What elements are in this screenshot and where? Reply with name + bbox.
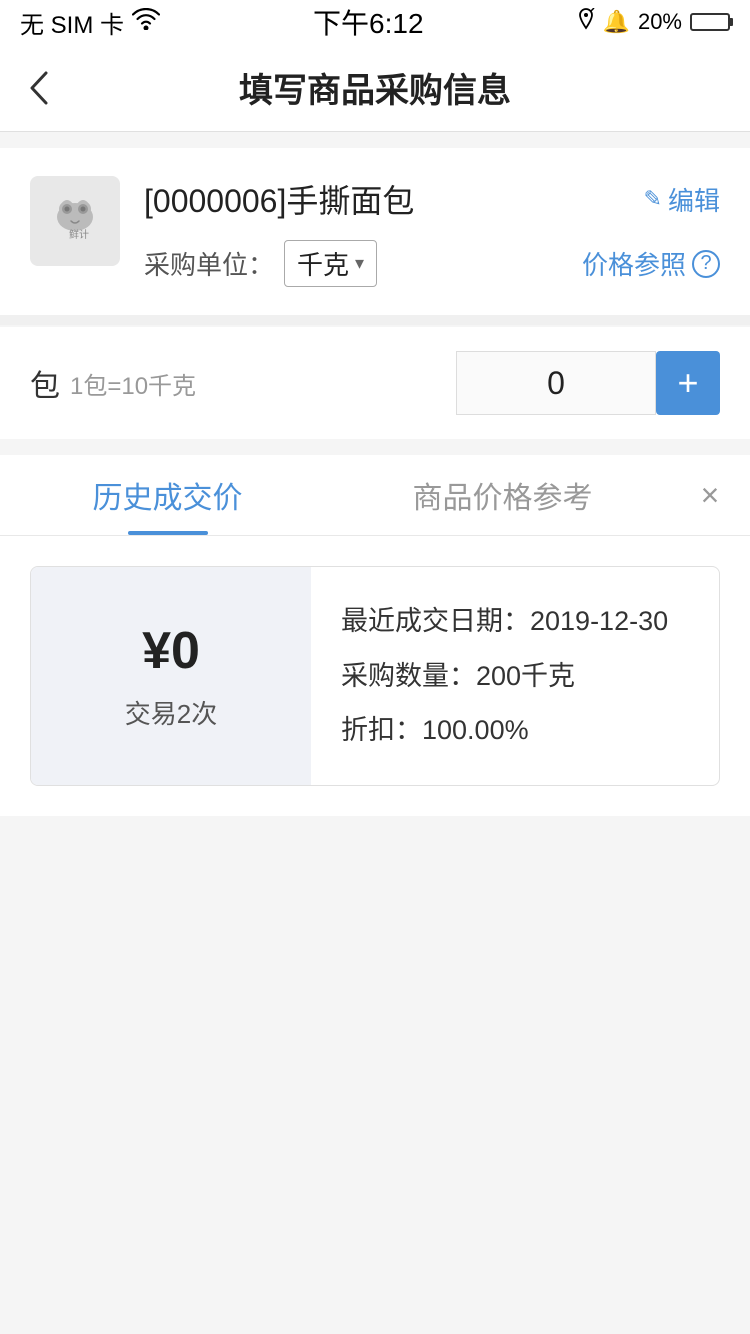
status-left: 无 SIM 卡 (20, 5, 160, 40)
price-main-value: ¥0 (142, 620, 200, 682)
price-number: 0 (171, 622, 200, 680)
discount-row: 折扣：100.00% (341, 710, 689, 751)
tab-history-price-label: 历史成交价 (93, 473, 243, 517)
price-history-card: ¥0 交易2次 最近成交日期：2019-12-30 采购数量：200千克 折扣：… (30, 566, 720, 786)
quantity-plus-button[interactable]: + (656, 351, 720, 415)
location-icon (577, 8, 595, 36)
purchase-qty-label: 采购数量： (341, 661, 476, 691)
purchase-qty-value: 200千克 (476, 661, 575, 691)
product-info: [0000006]手撕面包 ✎ 编辑 采购单位： 千克 ▾ 价格参照 ? (144, 176, 720, 287)
tab-price-reference[interactable]: 商品价格参考 (335, 455, 670, 535)
price-card-left: ¥0 交易2次 (31, 567, 311, 785)
discount-value: 100.00% (422, 715, 529, 745)
unit-bag-label: 包 (30, 361, 60, 405)
edit-label: 编辑 (668, 181, 720, 218)
help-icon: ? (692, 250, 720, 278)
unit-conversion-text: 1包=10千克 (70, 366, 196, 401)
price-reference-link[interactable]: 价格参照 ? (582, 245, 720, 282)
product-unit-row: 采购单位： 千克 ▾ 价格参照 ? (144, 240, 720, 287)
battery-icon (690, 13, 730, 31)
tab-history-price[interactable]: 历史成交价 (0, 455, 335, 535)
history-price-content: ¥0 交易2次 最近成交日期：2019-12-30 采购数量：200千克 折扣：… (0, 536, 750, 816)
recent-date-value: 2019-12-30 (530, 606, 668, 636)
transaction-count: 交易2次 (125, 694, 217, 731)
alarm-icon: 🔔 (603, 9, 630, 35)
product-name: [0000006]手撕面包 (144, 176, 414, 222)
recent-date-row: 最近成交日期：2019-12-30 (341, 601, 689, 642)
product-top-row: [0000006]手撕面包 ✎ 编辑 (144, 176, 720, 222)
tabs-close-button[interactable]: × (670, 455, 750, 535)
price-ref-text: 价格参照 (582, 245, 686, 282)
product-card: 鲜计 [0000006]手撕面包 ✎ 编辑 采购单位： 千克 ▾ 价格参照 ? (0, 148, 750, 315)
quantity-input[interactable]: 0 (456, 351, 656, 415)
tabs-section: 历史成交价 商品价格参考 × ¥0 交易2次 最近成交日期：2019-12-30 (0, 455, 750, 816)
status-right: 🔔 20% (577, 8, 730, 36)
status-time: 下午6:12 (313, 2, 424, 42)
status-bar: 无 SIM 卡 下午6:12 🔔 20% (0, 0, 750, 44)
price-currency-symbol: ¥ (142, 622, 171, 680)
nav-bar: 填写商品采购信息 (0, 44, 750, 132)
quantity-section: 包 1包=10千克 0 + (0, 327, 750, 439)
product-thumbnail: 鲜计 (30, 176, 120, 266)
back-button[interactable] (28, 70, 50, 106)
dropdown-arrow-icon: ▾ (355, 253, 364, 274)
unit-select-dropdown[interactable]: 千克 ▾ (284, 240, 377, 287)
discount-label: 折扣： (341, 715, 422, 745)
tab-price-reference-label: 商品价格参考 (413, 473, 593, 517)
tab-active-indicator (128, 531, 208, 535)
sim-text: 无 SIM 卡 (20, 5, 124, 40)
wifi-icon (132, 8, 160, 37)
unit-label-text: 采购单位： (144, 245, 274, 282)
unit-label: 采购单位： 千克 ▾ (144, 240, 377, 287)
recent-date-label: 最近成交日期： (341, 606, 530, 636)
svg-text:鲜计: 鲜计 (69, 228, 89, 241)
page-title: 填写商品采购信息 (239, 63, 511, 112)
tabs-header: 历史成交价 商品价格参考 × (0, 455, 750, 536)
unit-select-value: 千克 (297, 245, 349, 282)
battery-percent: 20% (638, 9, 682, 35)
quantity-controls: 0 + (456, 351, 720, 415)
edit-icon: ✎ (644, 186, 662, 212)
quantity-unit-info: 包 1包=10千克 (30, 361, 196, 405)
section-divider (0, 315, 750, 325)
close-icon: × (701, 477, 720, 514)
purchase-qty-row: 采购数量：200千克 (341, 656, 689, 697)
price-card-right: 最近成交日期：2019-12-30 采购数量：200千克 折扣：100.00% (311, 567, 719, 785)
product-image-placeholder: 鲜计 (45, 183, 105, 259)
edit-button[interactable]: ✎ 编辑 (644, 181, 720, 218)
